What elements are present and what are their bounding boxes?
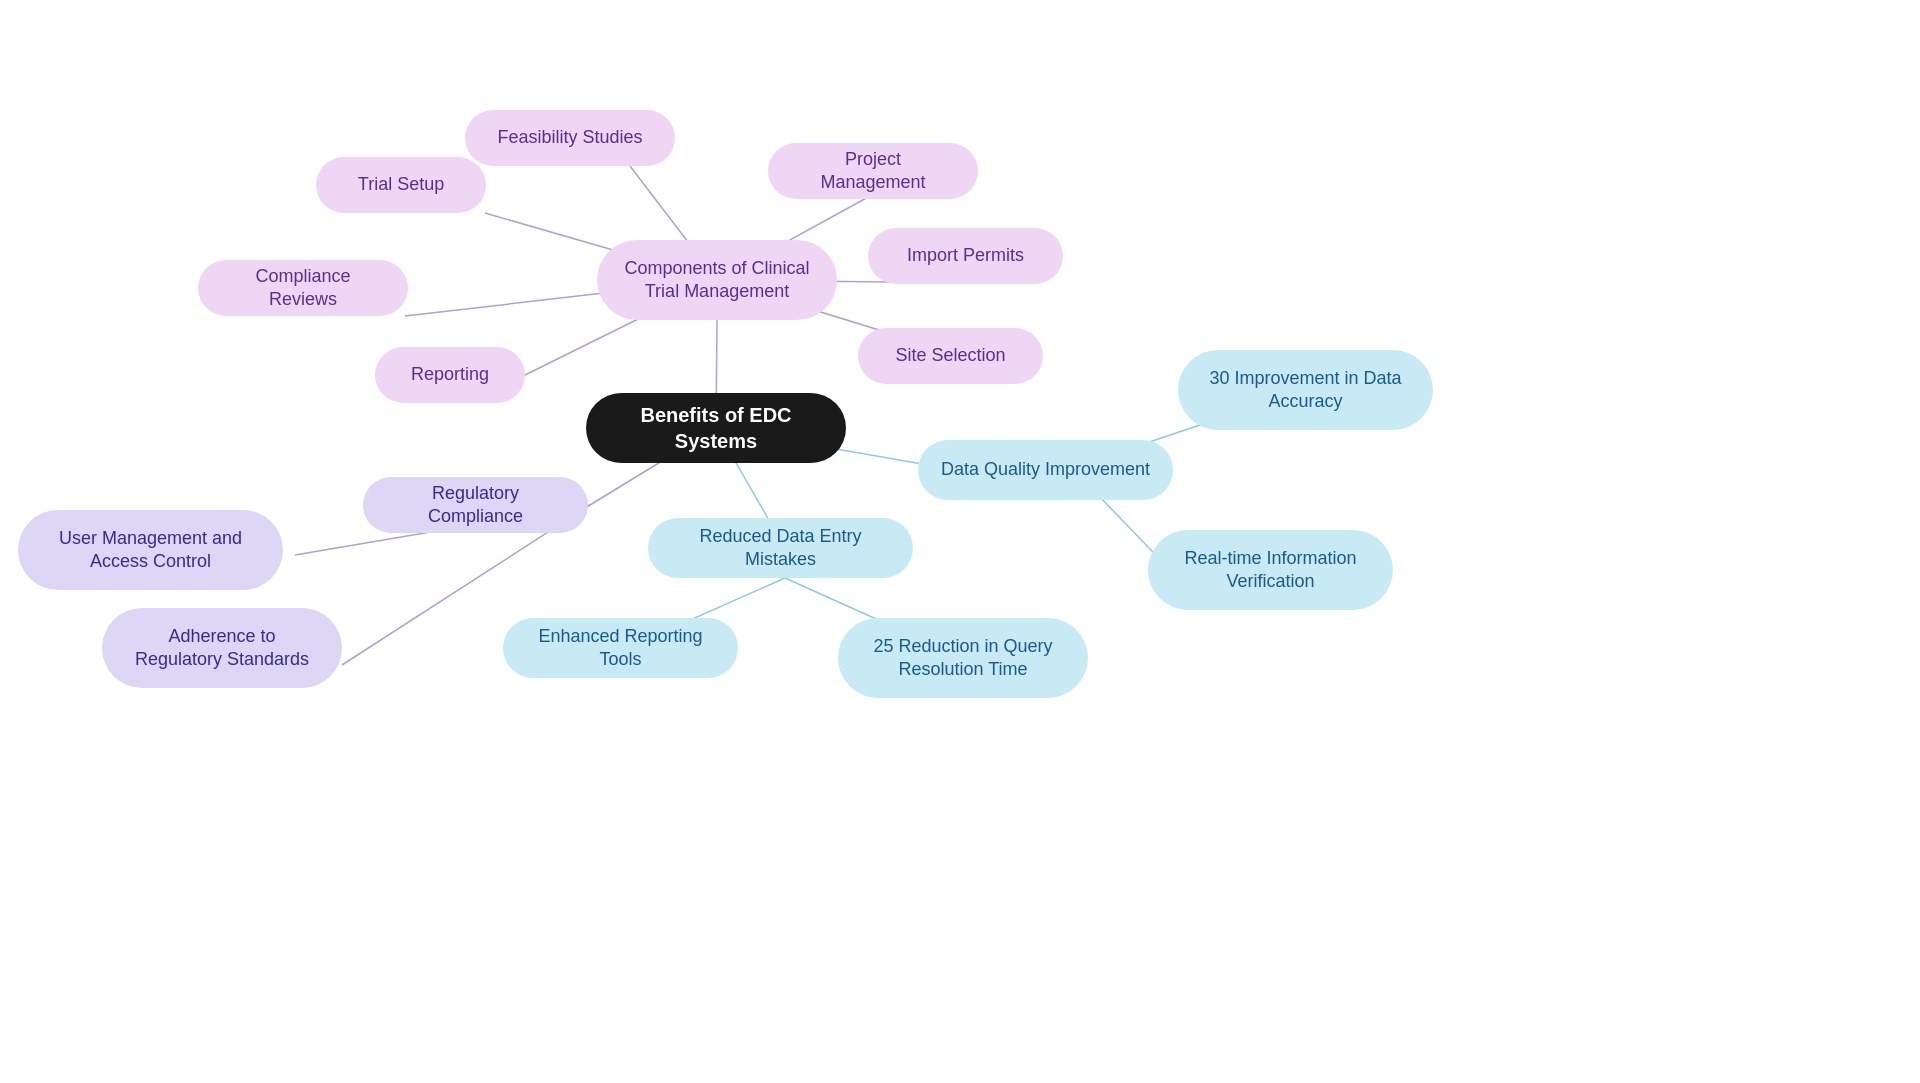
- trial-setup-label: Trial Setup: [358, 173, 444, 196]
- center-label: Benefits of EDC Systems: [608, 402, 824, 454]
- compliance-reviews-node: Compliance Reviews: [198, 260, 408, 316]
- site-selection-node: Site Selection: [858, 328, 1043, 384]
- adherence-label: Adherence to Regulatory Standards: [124, 625, 320, 672]
- components-label: Components of Clinical Trial Management: [619, 257, 815, 304]
- project-management-label: Project Management: [790, 148, 956, 195]
- realtime-node: Real-time Information Verification: [1148, 530, 1393, 610]
- reduced-data-node: Reduced Data Entry Mistakes: [648, 518, 913, 578]
- enhanced-reporting-node: Enhanced Reporting Tools: [503, 618, 738, 678]
- enhanced-reporting-label: Enhanced Reporting Tools: [525, 625, 716, 672]
- query-resolution-label: 25 Reduction in Query Resolution Time: [860, 635, 1066, 682]
- regulatory-compliance-label: Regulatory Compliance: [385, 482, 566, 529]
- user-management-node: User Management and Access Control: [18, 510, 283, 590]
- realtime-label: Real-time Information Verification: [1170, 547, 1371, 594]
- user-management-label: User Management and Access Control: [40, 527, 261, 574]
- import-permits-node: Import Permits: [868, 228, 1063, 284]
- components-node: Components of Clinical Trial Management: [597, 240, 837, 320]
- query-resolution-node: 25 Reduction in Query Resolution Time: [838, 618, 1088, 698]
- project-management-node: Project Management: [768, 143, 978, 199]
- improvement-accuracy-node: 30 Improvement in Data Accuracy: [1178, 350, 1433, 430]
- feasibility-node: Feasibility Studies: [465, 110, 675, 166]
- improvement-accuracy-label: 30 Improvement in Data Accuracy: [1200, 367, 1411, 414]
- reporting-node: Reporting: [375, 347, 525, 403]
- reporting-label: Reporting: [411, 363, 489, 386]
- regulatory-compliance-node: Regulatory Compliance: [363, 477, 588, 533]
- data-quality-node: Data Quality Improvement: [918, 440, 1173, 500]
- compliance-reviews-label: Compliance Reviews: [220, 265, 386, 312]
- feasibility-label: Feasibility Studies: [497, 126, 642, 149]
- center-node: Benefits of EDC Systems: [586, 393, 846, 463]
- import-permits-label: Import Permits: [907, 244, 1024, 267]
- data-quality-label: Data Quality Improvement: [941, 458, 1150, 481]
- trial-setup-node: Trial Setup: [316, 157, 486, 213]
- reduced-data-label: Reduced Data Entry Mistakes: [670, 525, 891, 572]
- site-selection-label: Site Selection: [895, 344, 1005, 367]
- adherence-node: Adherence to Regulatory Standards: [102, 608, 342, 688]
